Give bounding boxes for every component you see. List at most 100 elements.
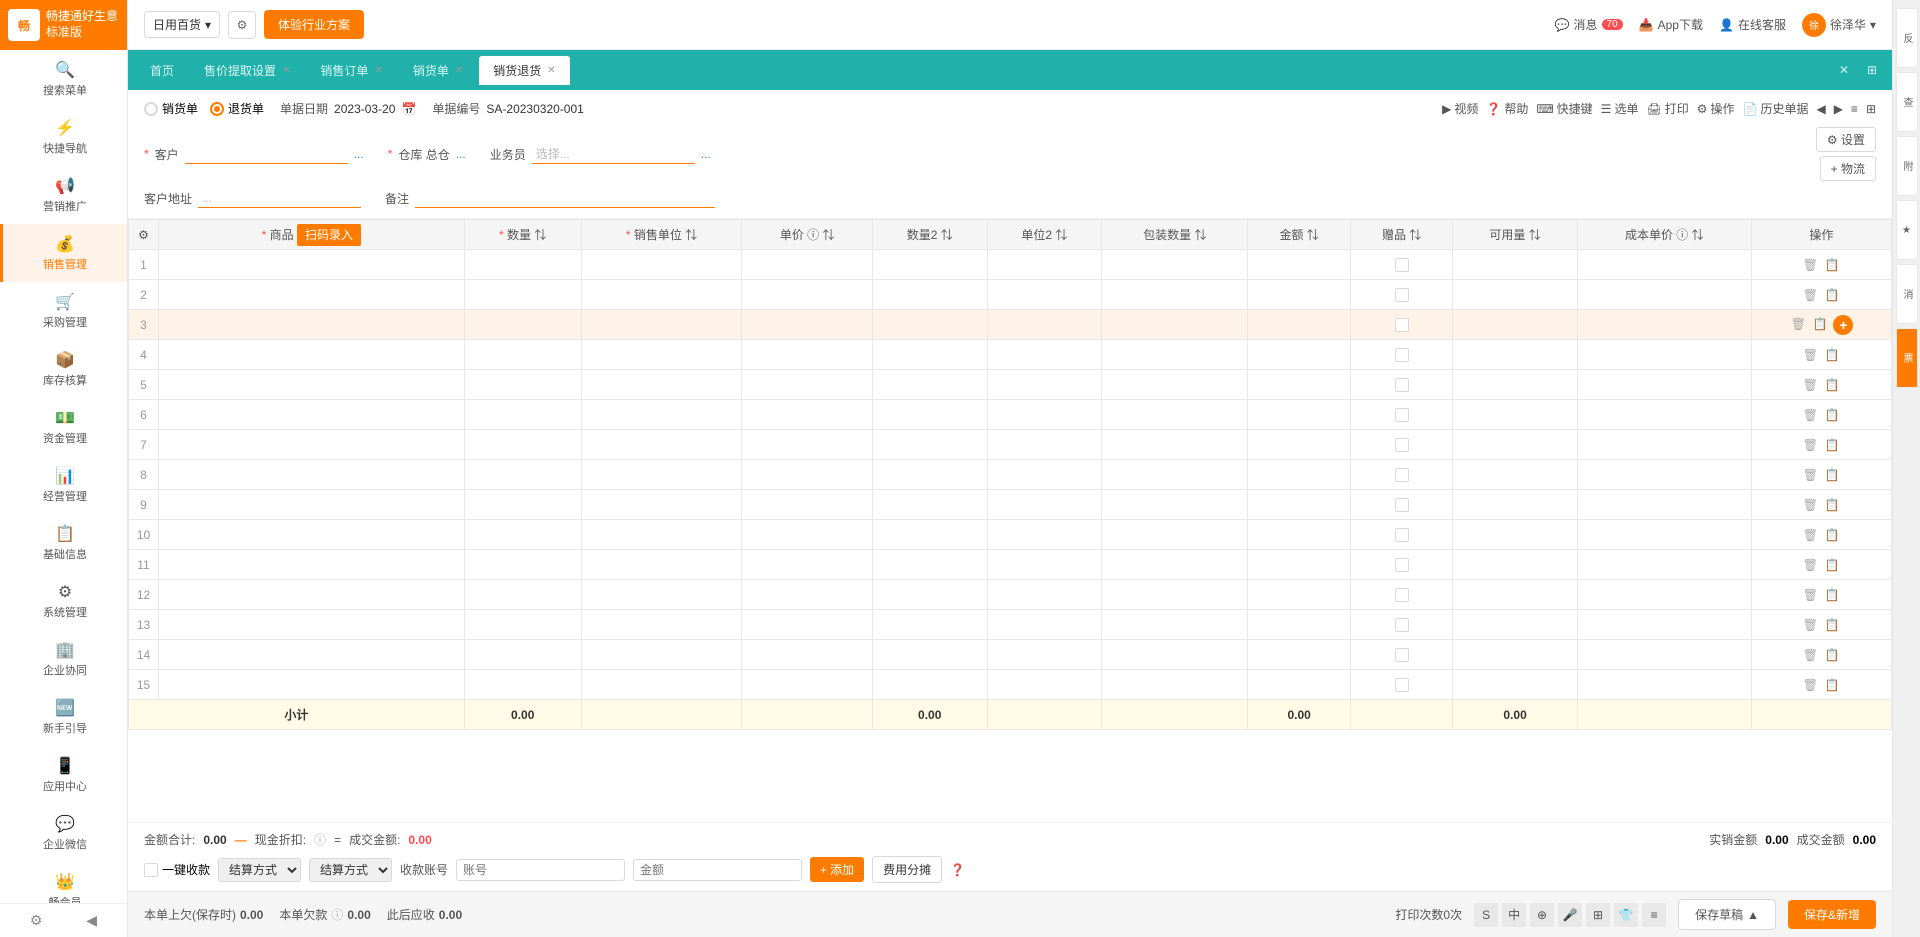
tab-close-all-btn[interactable]: ✕	[1832, 58, 1856, 82]
row-unit-7[interactable]	[581, 430, 742, 460]
row-amount-13[interactable]	[1248, 610, 1351, 640]
row-available-9[interactable]	[1453, 490, 1577, 520]
view-grid-btn[interactable]: ⊞	[1866, 100, 1876, 117]
fenfee-button[interactable]: 费用分摊	[872, 856, 942, 883]
row-qty-15[interactable]	[464, 670, 581, 700]
row-qty-8[interactable]	[464, 460, 581, 490]
sidebar-collapse-btn[interactable]: ◀	[86, 912, 97, 929]
row-available-5[interactable]	[1453, 370, 1577, 400]
row-cost-4[interactable]	[1577, 340, 1751, 370]
account-select[interactable]: 结算方式	[309, 858, 392, 882]
sidebar-item-basic[interactable]: 📋 基础信息	[0, 514, 127, 572]
row-qty-14[interactable]	[464, 640, 581, 670]
row-unit2-7[interactable]	[987, 430, 1102, 460]
row-qty-5[interactable]	[464, 370, 581, 400]
row-pack-14[interactable]	[1102, 640, 1248, 670]
right-panel-btn-4[interactable]: ★	[1896, 200, 1918, 260]
row-unit2-8[interactable]	[987, 460, 1102, 490]
help-btn[interactable]: ❓ 帮助	[1486, 100, 1528, 117]
copy-icon-12[interactable]: 📋	[1823, 586, 1841, 604]
radio-return[interactable]: 退货单	[210, 100, 264, 117]
row-cost-11[interactable]	[1577, 550, 1751, 580]
delete-icon-3[interactable]: 🗑	[1789, 315, 1807, 333]
scan-btn[interactable]: 扫码录入	[297, 224, 361, 246]
gift-checkbox-7[interactable]	[1395, 438, 1409, 452]
row-available-10[interactable]	[1453, 520, 1577, 550]
quick-tool-1[interactable]: S	[1474, 903, 1498, 927]
row-amount-10[interactable]	[1248, 520, 1351, 550]
right-panel-btn-1[interactable]: 反	[1896, 8, 1918, 68]
row-pack-13[interactable]	[1102, 610, 1248, 640]
row-qty2-12[interactable]	[872, 580, 987, 610]
copy-icon-13[interactable]: 📋	[1823, 616, 1841, 634]
tab-close-icon[interactable]: ✕	[455, 65, 463, 76]
user-menu[interactable]: 徐 徐泽华 ▾	[1802, 13, 1876, 37]
history-btn[interactable]: 📄 历史单据	[1742, 100, 1808, 117]
copy-icon-8[interactable]: 📋	[1823, 466, 1841, 484]
copy-icon-7[interactable]: 📋	[1823, 436, 1841, 454]
next-record-btn[interactable]: ▶	[1834, 100, 1843, 117]
row-qty2-6[interactable]	[872, 400, 987, 430]
delete-icon-1[interactable]: 🗑	[1801, 256, 1819, 274]
row-available-8[interactable]	[1453, 460, 1577, 490]
row-price-5[interactable]	[742, 370, 872, 400]
row-pack-7[interactable]	[1102, 430, 1248, 460]
row-cost-14[interactable]	[1577, 640, 1751, 670]
gift-checkbox-9[interactable]	[1395, 498, 1409, 512]
customer-input[interactable]	[185, 145, 348, 164]
row-price-9[interactable]	[742, 490, 872, 520]
row-qty-13[interactable]	[464, 610, 581, 640]
row-product-11[interactable]	[159, 550, 465, 580]
row-qty2-1[interactable]	[872, 250, 987, 280]
gift-checkbox-8[interactable]	[1395, 468, 1409, 482]
row-product-6[interactable]	[159, 400, 465, 430]
row-price-11[interactable]	[742, 550, 872, 580]
amount-input[interactable]	[633, 859, 802, 881]
row-price-12[interactable]	[742, 580, 872, 610]
delete-icon-12[interactable]: 🗑	[1801, 586, 1819, 604]
row-product-1[interactable]	[159, 250, 465, 280]
tab-close-icon[interactable]: ✕	[374, 65, 382, 76]
address-input[interactable]	[198, 189, 361, 208]
row-price-4[interactable]	[742, 340, 872, 370]
experience-button[interactable]: 体验行业方案	[264, 10, 364, 39]
row-qty2-8[interactable]	[872, 460, 987, 490]
row-amount-15[interactable]	[1248, 670, 1351, 700]
row-qty-7[interactable]	[464, 430, 581, 460]
sidebar-item-system[interactable]: ⚙ 系统管理	[0, 572, 127, 630]
sidebar-item-app[interactable]: 📱 应用中心	[0, 746, 127, 804]
row-product-13[interactable]	[159, 610, 465, 640]
gift-checkbox-1[interactable]	[1395, 258, 1409, 272]
row-amount-1[interactable]	[1248, 250, 1351, 280]
tab-sales-return[interactable]: 销货退货 ✕	[479, 56, 569, 85]
row-unit-12[interactable]	[581, 580, 742, 610]
copy-icon-6[interactable]: 📋	[1823, 406, 1841, 424]
save-draft-button[interactable]: 保存草稿 ▲	[1678, 899, 1776, 930]
row-unit-3[interactable]	[581, 310, 742, 340]
gift-checkbox-3[interactable]	[1395, 318, 1409, 332]
select-btn[interactable]: ☰ 选单	[1601, 100, 1639, 117]
staff-select-btn[interactable]: ...	[701, 147, 711, 161]
row-unit-5[interactable]	[581, 370, 742, 400]
operation-btn[interactable]: ⚙ 操作	[1697, 100, 1735, 117]
delete-icon-2[interactable]: 🗑	[1801, 286, 1819, 304]
video-btn[interactable]: ▶ 视频	[1442, 100, 1478, 117]
row-cost-13[interactable]	[1577, 610, 1751, 640]
sidebar-item-operation[interactable]: 📊 经营管理	[0, 456, 127, 514]
tab-price-settings[interactable]: 售价提取设置 ✕	[190, 56, 304, 85]
row-product-14[interactable]	[159, 640, 465, 670]
quick-tool-6[interactable]: 👕	[1614, 903, 1638, 927]
row-product-4[interactable]	[159, 340, 465, 370]
row-price-13[interactable]	[742, 610, 872, 640]
row-available-15[interactable]	[1453, 670, 1577, 700]
gift-checkbox-4[interactable]	[1395, 348, 1409, 362]
row-pack-12[interactable]	[1102, 580, 1248, 610]
row-qty2-7[interactable]	[872, 430, 987, 460]
row-unit-10[interactable]	[581, 520, 742, 550]
row-unit2-11[interactable]	[987, 550, 1102, 580]
row-available-14[interactable]	[1453, 640, 1577, 670]
row-unit2-4[interactable]	[987, 340, 1102, 370]
gift-checkbox-15[interactable]	[1395, 678, 1409, 692]
copy-icon-14[interactable]: 📋	[1823, 646, 1841, 664]
row-unit2-2[interactable]	[987, 280, 1102, 310]
